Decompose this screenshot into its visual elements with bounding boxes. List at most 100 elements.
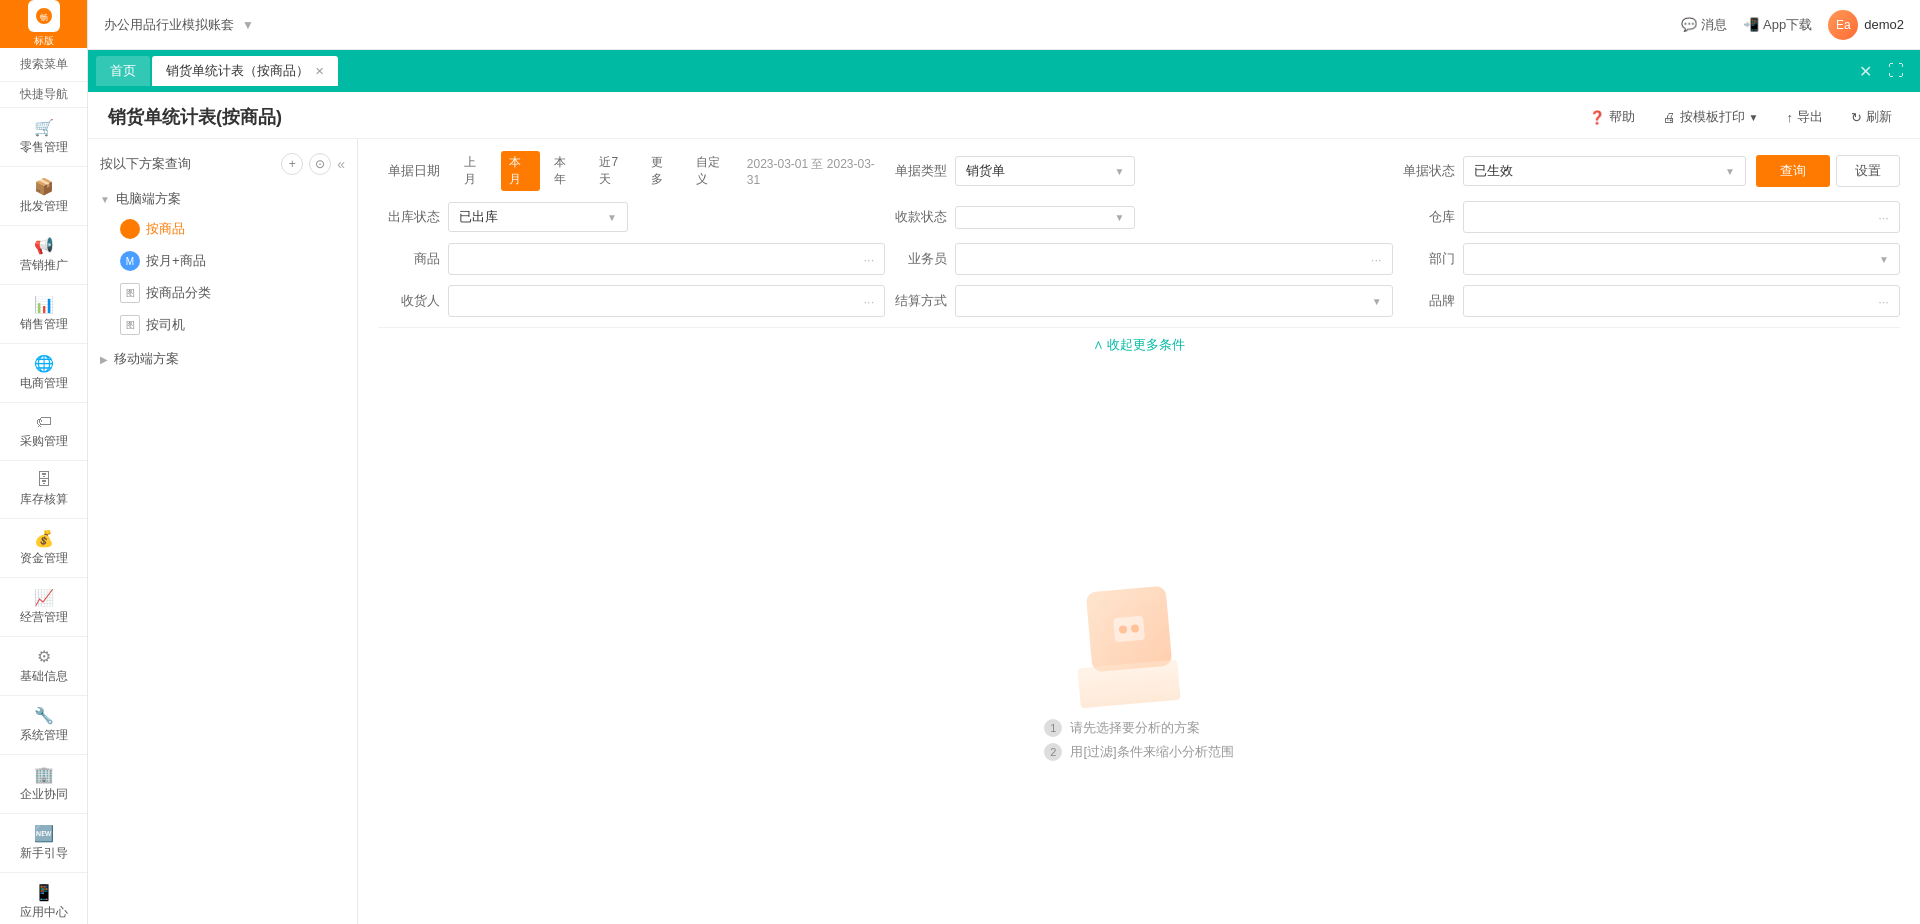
brand-dots[interactable]: ··· — [1878, 294, 1889, 309]
retail-icon: 🛒 — [34, 118, 54, 137]
sidebar-item-marketing[interactable]: 📢 营销推广 — [0, 226, 87, 285]
export-icon: ↑ — [1787, 110, 1794, 125]
settlement-label: 结算方式 — [885, 292, 955, 310]
by-month-product-label: 按月+商品 — [146, 252, 206, 270]
inventory-icon: 🗄 — [36, 471, 52, 489]
tab-sales-stat[interactable]: 销货单统计表（按商品） ✕ — [152, 56, 338, 86]
doc-status-dropdown[interactable]: 已生效 ▼ — [1463, 156, 1746, 186]
operations-icon: 📈 — [34, 588, 54, 607]
help-button[interactable]: ❓ 帮助 — [1581, 104, 1643, 130]
date-filter-control: 上月 本月 本年 近7天 更多 自定义 2023-03-01 至 2023-03… — [448, 151, 885, 191]
print-icon: 🖨 — [1663, 110, 1676, 125]
empty-base-shape — [1077, 659, 1180, 708]
refresh-button[interactable]: ↻ 刷新 — [1843, 104, 1900, 130]
search-menu-item[interactable]: 搜索菜单 — [0, 48, 87, 82]
date-pill-custom[interactable]: 自定义 — [688, 151, 739, 191]
sidebar-item-operations[interactable]: 📈 经营管理 — [0, 578, 87, 637]
department-label: 部门 — [1393, 250, 1463, 268]
mobile-scheme-header[interactable]: ▶ 移动端方案 — [88, 345, 357, 373]
sidebar-item-enterprise[interactable]: 🏢 企业协同 — [0, 755, 87, 814]
doc-type-arrow-icon: ▼ — [1114, 166, 1124, 177]
brand-input[interactable]: ··· — [1463, 285, 1900, 317]
sidebar-item-basic[interactable]: ⚙ 基础信息 — [0, 637, 87, 696]
print-button[interactable]: 🖨 按模板打印 ▼ — [1655, 104, 1767, 130]
sidebar-item-sales[interactable]: 📊 销售管理 — [0, 285, 87, 344]
sidebar-item-wholesale[interactable]: 📦 批发管理 — [0, 167, 87, 226]
salesperson-input[interactable]: ··· — [955, 243, 1392, 275]
quick-nav-item[interactable]: 快捷导航 — [0, 82, 87, 108]
empty-illustration — [1069, 579, 1209, 709]
export-label: 导出 — [1797, 108, 1823, 126]
edit-scheme-button[interactable]: ⊙ — [309, 153, 331, 175]
finance-icon: 💰 — [34, 529, 54, 548]
sidebar-item-purchase[interactable]: 🏷 采购管理 — [0, 403, 87, 461]
tab-minimize-button[interactable]: ✕ — [1859, 62, 1872, 81]
pc-scheme-header[interactable]: ▼ 电脑端方案 — [88, 185, 357, 213]
date-pill-more[interactable]: 更多 — [643, 151, 682, 191]
purchase-icon: 🏷 — [36, 413, 52, 431]
mobile-toggle-icon: ▶ — [100, 354, 108, 365]
panel-title: 按以下方案查询 — [100, 155, 191, 173]
pc-scheme-label: 电脑端方案 — [116, 190, 181, 208]
by-month-product-icon: M — [120, 251, 140, 271]
refresh-icon: ↻ — [1851, 110, 1862, 125]
product-dots[interactable]: ··· — [863, 252, 874, 267]
marketing-icon: 📢 — [34, 236, 54, 255]
department-dropdown[interactable]: ▼ — [1463, 243, 1900, 275]
apps-icon: 📱 — [34, 883, 54, 902]
date-pill-7days[interactable]: 近7天 — [591, 151, 637, 191]
page-actions: ❓ 帮助 🖨 按模板打印 ▼ ↑ 导出 ↻ 刷新 — [1581, 104, 1900, 130]
username: demo2 — [1864, 17, 1904, 32]
scheme-by-driver[interactable]: 图 按司机 — [88, 309, 357, 341]
ecommerce-label: 电商管理 — [20, 375, 68, 392]
industry-title: 办公用品行业模拟账套 — [104, 16, 234, 34]
sidebar-item-inventory[interactable]: 🗄 库存核算 — [0, 461, 87, 519]
doc-type-dropdown[interactable]: 销货单 ▼ — [955, 156, 1135, 186]
help-icon: ❓ — [1589, 110, 1605, 125]
add-scheme-button[interactable]: + — [281, 153, 303, 175]
scheme-by-product-cat[interactable]: 图 按商品分类 — [88, 277, 357, 309]
export-button[interactable]: ↑ 导出 — [1779, 104, 1832, 130]
warehouse-input[interactable]: ··· — [1463, 201, 1900, 233]
date-range-display: 2023-03-01 至 2023-03-31 — [747, 156, 886, 187]
product-input[interactable]: ··· — [448, 243, 885, 275]
user-menu[interactable]: Ea demo2 — [1828, 10, 1904, 40]
date-pill-this-month[interactable]: 本月 — [501, 151, 540, 191]
scheme-by-product[interactable]: 按 按商品 — [88, 213, 357, 245]
warehouse-status-dropdown[interactable]: 已出库 ▼ — [448, 202, 628, 232]
settings-button[interactable]: 设置 — [1836, 155, 1900, 187]
tab-maximize-button[interactable]: ⛶ — [1888, 62, 1904, 80]
collapse-panel-button[interactable]: « — [337, 156, 345, 172]
content-wrapper: 按以下方案查询 + ⊙ « ▼ 电脑端方案 按 按商品 — [88, 139, 1920, 924]
messages-button[interactable]: 💬 消息 — [1681, 16, 1727, 34]
warehouse-dots[interactable]: ··· — [1878, 210, 1889, 225]
recipient-input[interactable]: ··· — [448, 285, 885, 317]
step1-text: 请先选择要分析的方案 — [1070, 719, 1200, 737]
tab-sales-stat-label: 销货单统计表（按商品） — [166, 62, 309, 80]
settlement-dropdown[interactable]: ▼ — [955, 285, 1392, 317]
filter-row-1: 单据日期 上月 本月 本年 近7天 更多 自定义 2023-03-01 至 20… — [378, 151, 1900, 191]
app-download-button[interactable]: 📲 App下载 — [1743, 16, 1812, 34]
salesperson-dots[interactable]: ··· — [1371, 252, 1382, 267]
tab-close-icon[interactable]: ✕ — [315, 65, 324, 78]
warehouse-status-value: 已出库 — [459, 208, 601, 226]
mobile-scheme-label: 移动端方案 — [114, 350, 179, 368]
payment-status-dropdown[interactable]: ▼ — [955, 206, 1135, 229]
logo-icon: 畅 — [28, 0, 60, 32]
date-pill-this-year[interactable]: 本年 — [546, 151, 585, 191]
sidebar-item-apps[interactable]: 📱 应用中心 — [0, 873, 87, 924]
tab-home[interactable]: 首页 — [96, 56, 150, 86]
sidebar-item-ecommerce[interactable]: 🌐 电商管理 — [0, 344, 87, 403]
collapse-more-conditions[interactable]: ∧ 收起更多条件 — [378, 327, 1900, 362]
sidebar-item-system[interactable]: 🔧 系统管理 — [0, 696, 87, 755]
sidebar-item-guide[interactable]: 🆕 新手引导 — [0, 814, 87, 873]
sidebar-item-retail[interactable]: 🛒 零售管理 — [0, 108, 87, 167]
doc-type-value: 销货单 — [966, 162, 1108, 180]
query-button[interactable]: 查询 — [1756, 155, 1830, 187]
scheme-by-month-product[interactable]: M 按月+商品 — [88, 245, 357, 277]
sidebar-item-finance[interactable]: 💰 资金管理 — [0, 519, 87, 578]
date-pill-last-month[interactable]: 上月 — [456, 151, 495, 191]
help-label: 帮助 — [1609, 108, 1635, 126]
app-icon: 📲 — [1743, 17, 1759, 32]
recipient-dots[interactable]: ··· — [863, 294, 874, 309]
